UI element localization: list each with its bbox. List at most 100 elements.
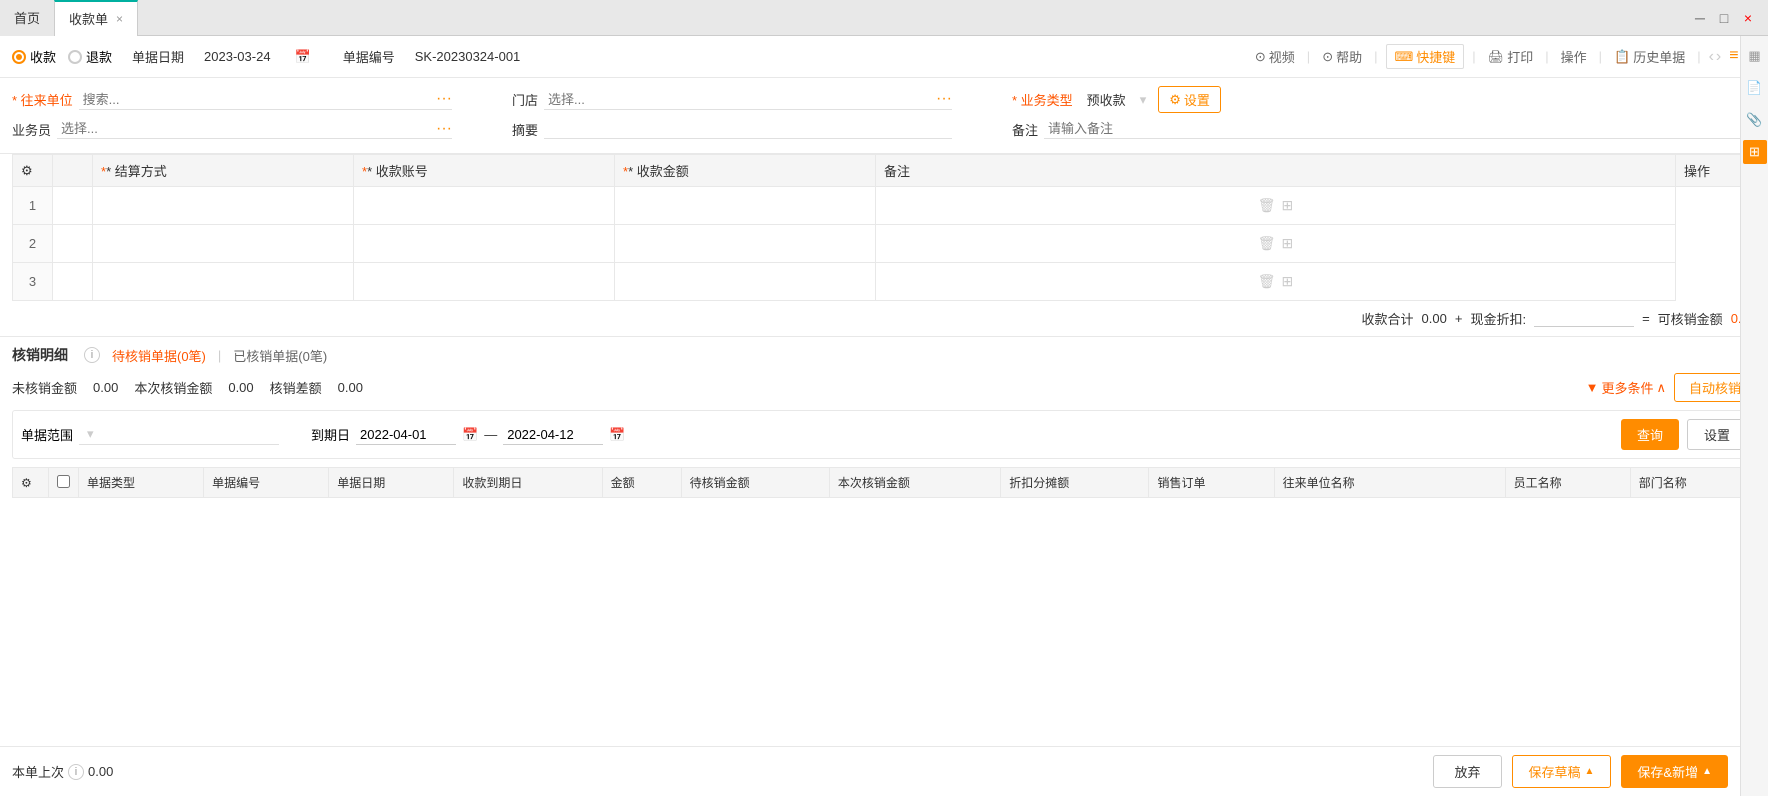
form-section: * 往来单位 ··· 门店 ··· * 业务类型 预收款 ▾ [0,78,1768,154]
amount-1[interactable] [354,187,615,225]
remark-input[interactable] [1044,119,1756,138]
date-from-input[interactable] [356,425,456,445]
remark-input-wrapper [1044,119,1756,139]
delete-icon-1[interactable]: 🗑 [1258,197,1276,214]
operation-btn[interactable]: 操作 [1557,45,1591,68]
store-more-btn[interactable]: ··· [936,91,952,107]
settlement-2[interactable] [53,225,93,263]
account-2[interactable] [93,225,354,263]
minimize-button[interactable]: ─ [1692,10,1708,26]
bth-settings[interactable]: ⚙ [13,468,49,498]
remark-2[interactable] [615,225,876,263]
footer-info-icon[interactable]: i [68,764,84,780]
filter-settings-btn[interactable]: 设置 [1687,419,1747,450]
save-draft-btn[interactable]: 保存草稿 ▲ [1512,755,1612,788]
select-all-checkbox[interactable] [57,475,70,488]
calendar-from-icon[interactable]: 📅 [462,427,478,443]
sidebar-active-icon[interactable]: ⊞ [1743,140,1767,164]
calendar-to-icon[interactable]: 📅 [609,427,625,443]
radio-receipt[interactable]: 收款 [12,47,56,66]
list-icon[interactable]: ≡ [1729,47,1738,67]
footer-label: 本单上次 [12,762,64,781]
business-type-arrow[interactable]: ▾ [1140,92,1147,108]
copy-icon-2[interactable]: ⊞ [1282,235,1294,252]
range-select[interactable]: ▾ [79,424,279,445]
tab-home[interactable]: 首页 [0,0,54,36]
delete-icon-2[interactable]: 🗑 [1258,235,1276,252]
total-value: 0.00 [1422,311,1447,326]
remark-label: 备注 [1012,120,1038,139]
row-num-2: 2 [13,225,53,263]
remark-3[interactable] [615,263,876,301]
discard-btn[interactable]: 放弃 [1433,755,1501,788]
maximize-button[interactable]: □ [1716,10,1732,26]
close-button[interactable]: × [1740,10,1756,26]
save-draft-arrow: ▲ [1585,766,1595,777]
query-btn[interactable]: 查询 [1621,419,1679,450]
history-btn[interactable]: 📋 历史单据 [1610,45,1689,68]
staff-more-btn[interactable]: ··· [436,121,452,137]
verify-right: ▼ 更多条件 ∧ 自动核销 [1586,373,1756,402]
footer-right: 放弃 保存草稿 ▲ 保存&新增 ▲ [1433,755,1728,788]
info-icon[interactable]: i [84,347,100,363]
staff-input[interactable] [57,119,432,138]
counterpart-input[interactable] [79,90,432,109]
setting-btn[interactable]: ⚙ 设置 [1158,86,1221,113]
help-icon: ⊙ [1322,49,1333,65]
divider3: | [1472,49,1475,64]
receipt-type-group: 收款 退款 [12,47,112,66]
help-btn[interactable]: ⊙ 帮助 [1318,45,1366,68]
store-input-wrapper: ··· [544,90,952,110]
done-tab[interactable]: 已核销单据(0笔) [233,346,327,365]
sidebar-doc-icon[interactable]: 📄 [1743,76,1767,100]
sidebar-table-icon[interactable]: ▦ [1743,44,1767,68]
store-field: 门店 ··· [512,90,952,110]
range-field: 单据范围 ▾ [21,424,279,445]
store-input[interactable] [544,90,932,109]
action-2: 🗑 ⊞ [876,225,1676,263]
amount-2[interactable] [354,225,615,263]
remark-1[interactable] [615,187,876,225]
radio-refund[interactable]: 退款 [68,47,112,66]
counterpart-more-btn[interactable]: ··· [436,91,452,107]
divider5: | [1599,49,1602,64]
divider1: | [1307,49,1310,64]
amount-3[interactable] [354,263,615,301]
prev-arrow[interactable]: ‹ [1709,48,1714,66]
video-btn[interactable]: ⊙ 视频 [1251,45,1299,68]
tab-current[interactable]: 收款单 × [54,0,138,36]
due-date-label: 到期日 [311,425,350,444]
table-row: 2 🗑 ⊞ [13,225,1756,263]
next-arrow[interactable]: › [1716,48,1721,66]
settlement-3[interactable] [53,263,93,301]
tab-close-icon[interactable]: × [116,12,123,26]
summary-label: 摘要 [512,120,538,139]
summary-input[interactable] [544,119,952,138]
copy-icon-3[interactable]: ⊞ [1282,273,1294,290]
pending-tab[interactable]: 待核销单据(0笔) [112,346,206,365]
bottom-table: ⚙ 单据类型 单据编号 单据日期 收款到期日 金额 待核销金额 本次核销金额 折… [12,467,1756,498]
cash-discount-input[interactable] [1534,311,1634,327]
copy-icon-1[interactable]: ⊞ [1282,197,1294,214]
toolbar-right: ⊙ 视频 | ⊙ 帮助 | ⌨ 快捷键 | 🖨 打印 | 操作 | [1251,44,1756,69]
date-to-input[interactable] [503,425,603,445]
staff-input-wrapper: ··· [57,119,452,139]
table-header-row: ⚙ ** 结算方式 ** 收款账号 ** 收款金额 备注 操作 [13,155,1756,187]
bth-discount: 折扣分摊额 [1001,468,1149,498]
bottom-table-header: ⚙ 单据类型 单据编号 单据日期 收款到期日 金额 待核销金额 本次核销金额 折… [13,468,1756,498]
th-settlement: ** 结算方式 [93,155,354,187]
th-settings[interactable]: ⚙ [13,155,53,187]
account-3[interactable] [93,263,354,301]
print-btn[interactable]: 🖨 打印 [1484,45,1538,68]
more-conditions-btn[interactable]: ▼ 更多条件 ∧ [1586,378,1666,397]
date-calendar-icon[interactable]: 📅 [295,49,311,65]
settlement-1[interactable] [53,187,93,225]
sidebar-clip-icon[interactable]: 📎 [1743,108,1767,132]
bth-doc-type: 单据类型 [79,468,204,498]
account-1[interactable] [93,187,354,225]
shortcut-btn[interactable]: ⌨ 快捷键 [1386,44,1465,69]
save-new-btn[interactable]: 保存&新增 ▲ [1621,755,1728,788]
bth-checkbox[interactable] [49,468,79,498]
delete-icon-3[interactable]: 🗑 [1258,273,1276,290]
window-controls: ─ □ × [1692,10,1768,26]
